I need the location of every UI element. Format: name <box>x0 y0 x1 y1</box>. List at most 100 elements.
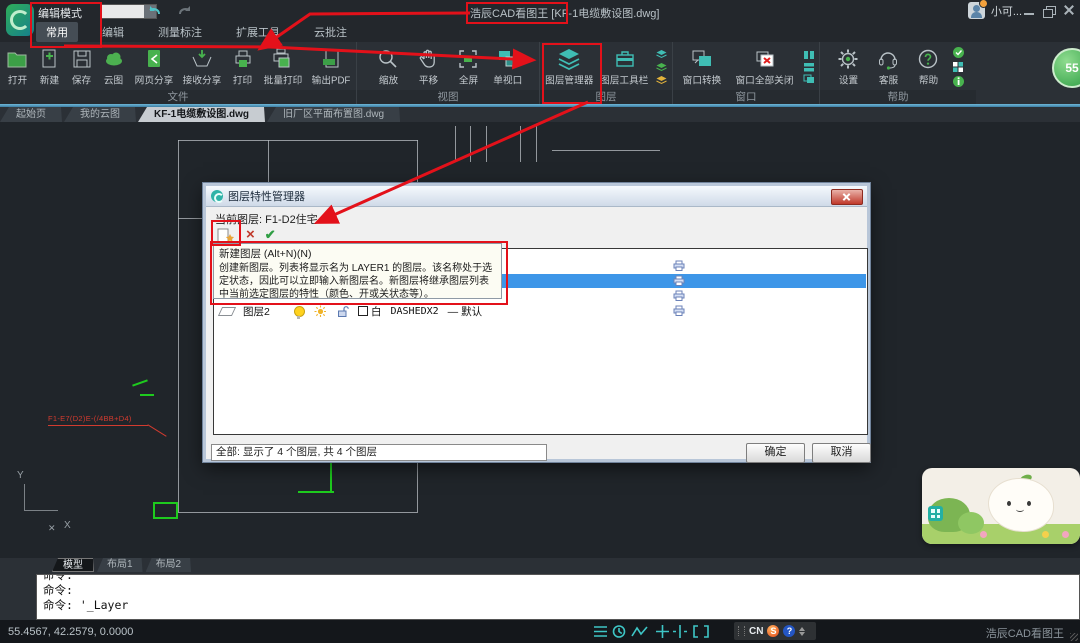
fullscreen-button[interactable]: 全屏 <box>449 46 487 88</box>
cloud-drawing-button[interactable]: 云图 <box>99 46 129 88</box>
app-logo-icon <box>6 4 34 36</box>
ok-button[interactable]: 确定 <box>746 443 805 463</box>
dialog-close-button[interactable] <box>831 189 863 205</box>
layer-on-bulb-icon[interactable] <box>294 305 305 319</box>
web-share-button[interactable]: 网页分享 <box>131 46 177 88</box>
tab-other-drawing[interactable]: 旧厂区平面布置图.dwg <box>267 107 400 122</box>
apps-grid-icon[interactable] <box>952 61 964 73</box>
new-button[interactable]: 新建 <box>34 46 64 88</box>
mascot-bush <box>958 512 984 534</box>
redo-icon[interactable] <box>176 2 194 18</box>
grid-icon[interactable] <box>928 506 943 521</box>
group-label-file: 文件 <box>0 90 356 104</box>
status-toggle-icons[interactable] <box>592 623 714 640</box>
ime-help-icon[interactable]: ? <box>783 625 796 637</box>
command-area: 命令: 命令: 命令: '_Layer <box>0 572 1080 620</box>
update-icon[interactable] <box>952 46 965 59</box>
layer-color-cell[interactable]: 白 <box>358 304 382 319</box>
ime-language-label[interactable]: CN <box>749 626 763 637</box>
tile-horizontal-icon[interactable] <box>803 62 815 72</box>
viewport-icon <box>496 46 520 72</box>
layer-name[interactable]: 图层2 <box>243 304 285 319</box>
save-button[interactable]: 保存 <box>67 46 97 88</box>
customer-service-button[interactable]: 客服 <box>869 46 907 88</box>
delete-layer-button[interactable]: × <box>246 227 255 242</box>
group-label-help: 帮助 <box>820 90 976 104</box>
layer-freeze-icon[interactable] <box>655 62 668 73</box>
batch-print-button[interactable]: 批量打印 <box>260 46 306 88</box>
open-button[interactable]: 打开 <box>2 46 32 88</box>
print-button[interactable]: 打印 <box>227 46 257 88</box>
group-help: 设置 客服 帮助 帮助 <box>820 42 976 104</box>
layer-toolbar-button[interactable]: 图层工具栏 <box>598 46 652 88</box>
receive-share-button[interactable]: 接收分享 <box>179 46 225 88</box>
restore-button[interactable] <box>1042 4 1056 18</box>
group-file: 打开 新建 保存 云图 网页分享 接收分享 打印 批量打印 输出PDF 文件 <box>0 42 357 104</box>
layer-freeze-sun-icon[interactable] <box>314 305 327 318</box>
tab-cloud-annotation[interactable]: 云批注 <box>304 22 357 42</box>
plot-icon[interactable] <box>673 305 685 316</box>
dialog-app-icon <box>211 190 224 203</box>
ime-engine-icon[interactable]: S <box>767 625 780 637</box>
layer-unlock-icon[interactable] <box>336 305 349 318</box>
zoom-button[interactable]: 缩放 <box>369 46 407 88</box>
tab-layout1[interactable]: 布局1 <box>97 558 143 572</box>
ime-tray[interactable]: CN S ? <box>734 622 816 640</box>
group-label-view: 视图 <box>357 90 539 104</box>
tab-current-drawing[interactable]: KF-1电缆敷设图.dwg <box>138 107 265 122</box>
minimize-button[interactable] <box>1022 4 1036 16</box>
mascot-eye <box>1007 501 1011 506</box>
layer-on-icon[interactable] <box>655 49 668 60</box>
window-switch-button[interactable]: 窗口转换 <box>675 46 730 88</box>
export-pdf-button[interactable]: 输出PDF <box>308 46 354 88</box>
current-layer-label: 当前图层: <box>215 214 263 226</box>
user-avatar[interactable] <box>967 0 988 19</box>
tab-extend-tools[interactable]: 扩展工具 <box>226 22 290 42</box>
mascot-flower <box>1062 531 1069 538</box>
tab-home[interactable]: 常用 <box>36 22 78 42</box>
green-entity-line <box>298 491 334 493</box>
tab-layout2[interactable]: 布局2 <box>146 558 192 572</box>
tab-my-cloud[interactable]: 我的云图 <box>64 107 136 122</box>
tab-edit[interactable]: 编辑 <box>92 22 134 42</box>
layer-lock-icon[interactable] <box>655 75 668 86</box>
help-button[interactable]: 帮助 <box>909 46 947 88</box>
undo-icon[interactable] <box>146 2 164 18</box>
settings-button[interactable]: 设置 <box>829 46 867 88</box>
mascot-sticker <box>922 468 1080 544</box>
command-line: 命令: '_Layer <box>43 598 129 612</box>
ribbon-tab-bar: 常用 编辑 测量标注 扩展工具 云批注 <box>0 22 1080 42</box>
layer-manager-button[interactable]: 图层管理器 <box>542 46 596 88</box>
plot-icon[interactable] <box>673 290 685 301</box>
plot-icon[interactable] <box>673 275 685 286</box>
resize-grip-icon[interactable] <box>1070 633 1078 641</box>
info-icon[interactable] <box>952 75 965 88</box>
layer-lineweight[interactable]: — 默认 <box>448 304 482 319</box>
tab-model[interactable]: 模型 <box>52 558 94 572</box>
cascade-icon[interactable] <box>803 74 815 84</box>
dialog-title-bar[interactable]: 图层特性管理器 <box>206 186 867 207</box>
close-all-windows-button[interactable]: 窗口全部关闭 <box>732 46 798 88</box>
user-area: 小可... <box>967 0 1022 19</box>
cancel-button[interactable]: 取消 <box>812 443 871 463</box>
plot-icon[interactable] <box>673 260 685 271</box>
ime-expand-icon[interactable] <box>799 626 806 636</box>
user-name: 小可... <box>990 5 1022 18</box>
new-layer-button[interactable] <box>216 226 236 244</box>
tile-vertical-icon[interactable] <box>803 50 815 60</box>
layer-color-name: 白 <box>371 305 382 318</box>
tab-measure[interactable]: 测量标注 <box>148 22 212 42</box>
pan-button[interactable]: 平移 <box>409 46 447 88</box>
dialog-toolbar: × ✔ <box>216 226 276 244</box>
tab-start-page[interactable]: 起始页 <box>0 107 62 122</box>
layer-row[interactable]: 图层2 白 DASHEDX2 — 默认 <box>215 304 866 319</box>
layer-linetype[interactable]: DASHEDX2 <box>391 306 439 317</box>
close-button[interactable] <box>1062 4 1076 16</box>
group-view: 缩放 平移 全屏 单视口 视图 <box>357 42 540 104</box>
current-layer-value: F1-D2住宅 <box>265 214 318 226</box>
document-tab-bar: 起始页 我的云图 KF-1电缆敷设图.dwg 旧厂区平面布置图.dwg <box>0 107 1080 122</box>
layers-icon <box>556 46 582 72</box>
single-viewport-button[interactable]: 单视口 <box>489 46 527 88</box>
set-current-layer-button[interactable]: ✔ <box>265 228 276 242</box>
command-history[interactable]: 命令: 命令: 命令: '_Layer <box>36 574 1080 620</box>
